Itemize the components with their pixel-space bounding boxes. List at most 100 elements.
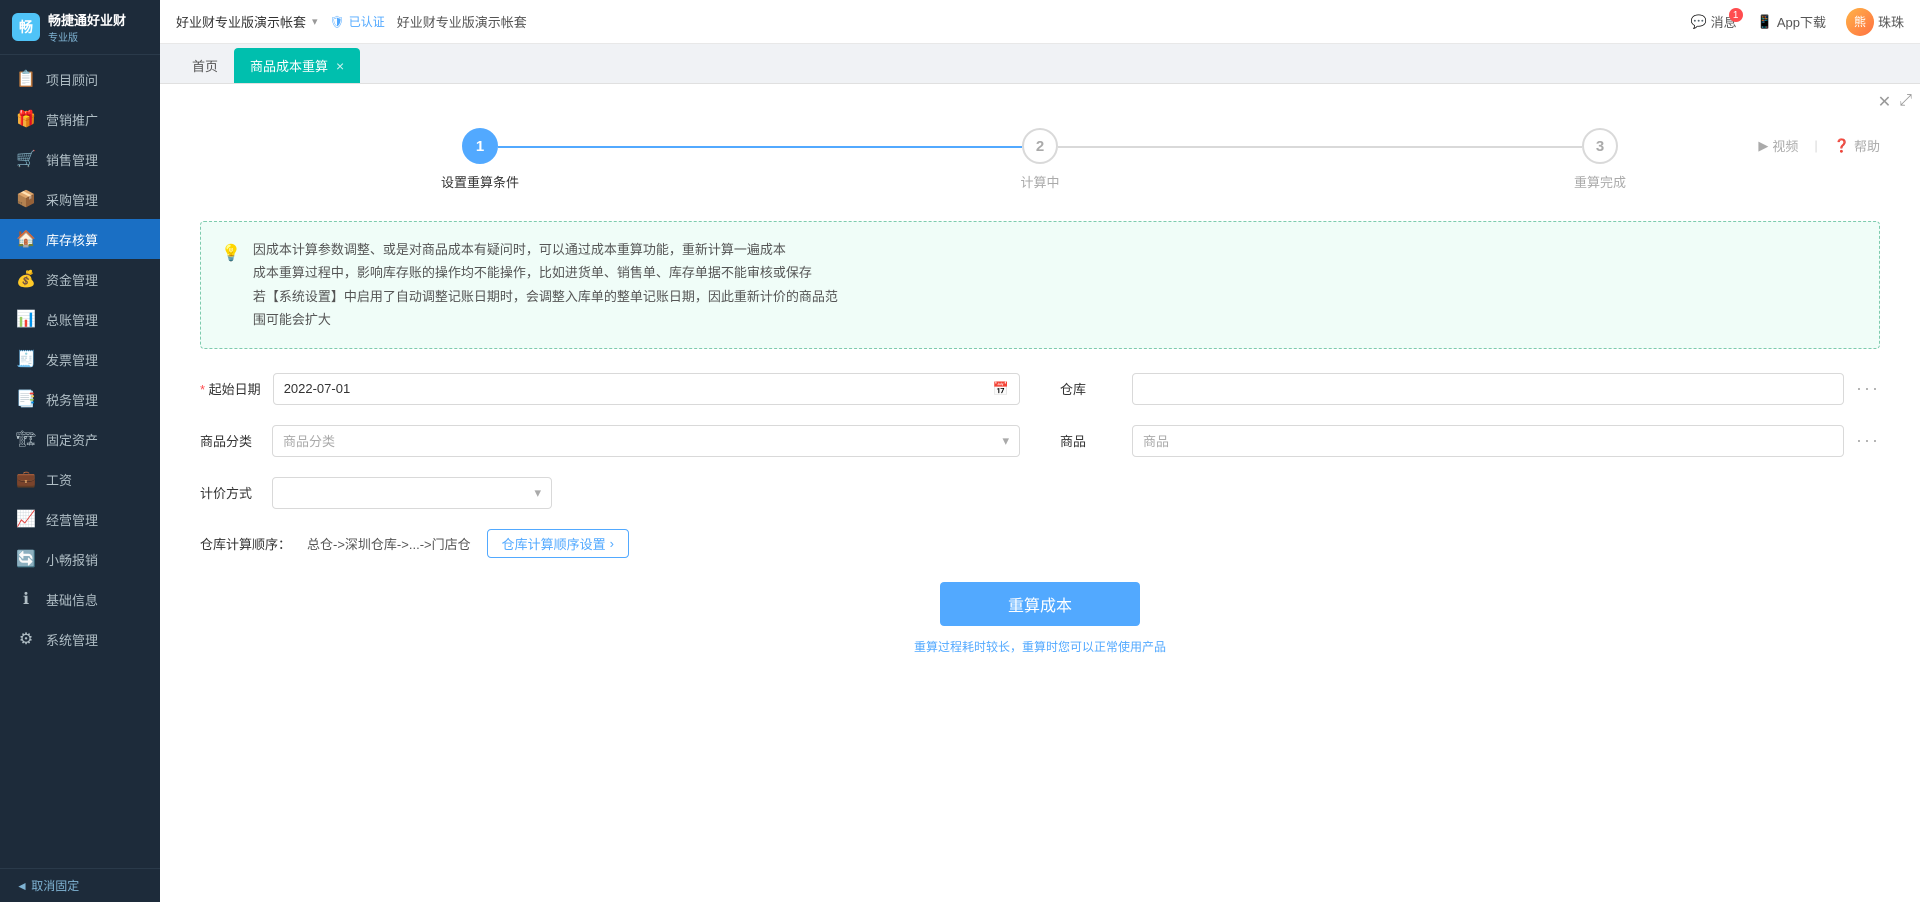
start-date-input[interactable]: 2022-07-01 📅 <box>273 373 1020 405</box>
sidebar-item-operation[interactable]: 📈经营管理 <box>0 499 160 539</box>
tab-close-icon[interactable]: × <box>336 58 344 74</box>
system-icon: ⚙ <box>16 629 36 649</box>
pricing-row: 计价方式 ▾ <box>200 477 1880 509</box>
sidebar-item-salary[interactable]: 💼 工资 <box>0 459 160 499</box>
verified-badge: 🛡 已认证 <box>330 13 385 30</box>
unpin-label: ◄ 取消固定 <box>16 877 79 894</box>
steps-container: ▶ 视频 | ❓ 帮助 1 设置重算条件 2 <box>200 108 1880 221</box>
warehouse-input[interactable] <box>1132 373 1844 405</box>
message-icon: 💬 <box>1690 14 1706 30</box>
warehouse-label: 仓库 <box>1060 379 1120 398</box>
tab-recalc[interactable]: 商品成本重算 × <box>234 48 360 83</box>
inventory-icon: 🏠 <box>16 229 36 249</box>
avatar: 熊 <box>1846 8 1874 36</box>
sidebar-unpin[interactable]: ◄ 取消固定 <box>0 868 160 902</box>
sidebar-item-inventory[interactable]: 🏠库存核算 <box>0 219 160 259</box>
account-chevron-icon: ▾ <box>312 15 318 28</box>
info-text: 因成本计算参数调整、或是对商品成本有疑问时，可以通过成本重算功能，重新计算一遍成… <box>253 238 838 332</box>
purchase-icon: 📦 <box>16 189 36 209</box>
sidebar-item-label: 总账管理 <box>46 310 98 329</box>
step-2-circle: 2 <box>1022 128 1058 164</box>
app-title: 畅捷通好业财 <box>48 10 126 29</box>
sidebar-item-label: 工资 <box>46 470 72 489</box>
category-chevron-icon: ▾ <box>1002 433 1009 449</box>
sidebar-item-finance[interactable]: 💰资金管理 <box>0 259 160 299</box>
step-1-circle: 1 <box>462 128 498 164</box>
step-2-num: 2 <box>1036 138 1044 155</box>
step-3: 3 重算完成 <box>1320 128 1880 191</box>
sidebar-item-sales[interactable]: 🛒销售管理 <box>0 139 160 179</box>
form-grid: 起始日期 2022-07-01 📅 仓库 ··· 商品分类 商品分类 ▾ <box>200 373 1880 509</box>
salary-icon: 💼 <box>16 469 36 489</box>
app-subtitle: 专业版 <box>48 29 126 44</box>
sidebar-item-label: 采购管理 <box>46 190 98 209</box>
main-area: 好业财专业版演示帐套 ▾ 🛡 已认证 好业财专业版演示帐套 💬 消息 1 📱 A… <box>160 0 1920 902</box>
warehouse-row: 仓库 ··· <box>1060 373 1880 405</box>
info-line3: 若【系统设置】中启用了自动调整记账日期时，会调整入库单的整单记账日期，因此重新计… <box>253 285 838 308</box>
sidebar: 畅 畅捷通好业财 专业版 📋项目顾问🎁营销推广🛒销售管理 📦 采购管理 🏠库存核算💰资… <box>0 0 160 902</box>
goods-more-icon[interactable]: ··· <box>1856 430 1880 451</box>
shield-icon: 🛡 <box>330 15 345 29</box>
topbar-actions: 💬 消息 1 📱 App下载 熊 珠珠 <box>1690 8 1904 36</box>
warehouse-more-icon[interactable]: ··· <box>1856 378 1880 399</box>
sidebar-item-label: 税务管理 <box>46 390 98 409</box>
start-date-label: 起始日期 <box>200 379 261 398</box>
info-line2: 成本重算过程中，影响库存账的操作均不能操作，比如进货单、销售单、库存单据不能审核… <box>253 261 838 284</box>
sidebar-item-label: 经营管理 <box>46 510 98 529</box>
sidebar-item-basic[interactable]: ℹ基础信息 <box>0 579 160 619</box>
tab-recalc-label: 商品成本重算 <box>250 56 328 75</box>
app-title-block: 畅捷通好业财 专业版 <box>48 10 126 44</box>
project-icon: 📋 <box>16 69 36 89</box>
tab-home[interactable]: 首页 <box>176 48 234 83</box>
sidebar-item-expense[interactable]: 🔄小畅报销 <box>0 539 160 579</box>
recalc-section: 重算成本 重算过程耗时较长，重算时您可以正常使用产品 <box>200 582 1880 655</box>
sidebar-item-label: 小畅报销 <box>46 550 98 569</box>
account-name: 好业财专业版演示帐套 <box>176 12 306 31</box>
category-select[interactable]: 商品分类 ▾ <box>272 425 1020 457</box>
step-1-num: 1 <box>476 138 484 155</box>
expand-window-btn[interactable]: ⤢ <box>1899 92 1912 112</box>
recalc-btn[interactable]: 重算成本 <box>940 582 1140 626</box>
sidebar-item-label: 发票管理 <box>46 350 98 369</box>
warehouse-order-settings-btn[interactable]: 仓库计算顺序设置 › <box>487 529 629 558</box>
start-date-value: 2022-07-01 <box>284 381 985 396</box>
app-download-btn[interactable]: 📱 App下载 <box>1757 12 1826 31</box>
step-3-num: 3 <box>1596 138 1604 155</box>
sidebar-item-project[interactable]: 📋项目顾问 <box>0 59 160 99</box>
messages-btn[interactable]: 💬 消息 1 <box>1690 12 1736 31</box>
invoice-icon: 🧾 <box>16 349 36 369</box>
account-display: 好业财专业版演示帐套 <box>397 12 1679 31</box>
user-menu[interactable]: 熊 珠珠 <box>1846 8 1904 36</box>
pricing-select[interactable]: ▾ <box>272 477 552 509</box>
notification-badge: 1 <box>1729 8 1743 22</box>
sidebar-item-system[interactable]: ⚙系统管理 <box>0 619 160 659</box>
verified-text: 已认证 <box>349 13 385 30</box>
goods-input[interactable]: 商品 <box>1132 425 1844 457</box>
category-label: 商品分类 <box>200 431 260 450</box>
warehouse-order-label: 仓库计算顺序： <box>200 534 291 553</box>
step-3-label: 重算完成 <box>1574 172 1626 191</box>
chevron-right-icon: › <box>610 536 614 551</box>
logo-text: 畅 <box>19 17 33 37</box>
warehouse-btn-label: 仓库计算顺序设置 <box>502 534 606 553</box>
account-selector[interactable]: 好业财专业版演示帐套 ▾ <box>176 12 318 31</box>
category-row: 商品分类 商品分类 ▾ <box>200 425 1020 457</box>
sidebar-item-accounting[interactable]: 📊总账管理 <box>0 299 160 339</box>
user-name: 珠珠 <box>1878 12 1904 31</box>
sidebar-item-assets[interactable]: 🏗固定资产 <box>0 419 160 459</box>
sidebar-item-tax[interactable]: 📑税务管理 <box>0 379 160 419</box>
start-date-row: 起始日期 2022-07-01 📅 <box>200 373 1020 405</box>
sidebar-item-purchase[interactable]: 📦 采购管理 <box>0 179 160 219</box>
sidebar-item-label: 基础信息 <box>46 590 98 609</box>
tabbar: 首页 商品成本重算 × <box>160 44 1920 84</box>
app-download-label: App下载 <box>1777 12 1826 31</box>
finance-icon: 💰 <box>16 269 36 289</box>
phone-icon: 📱 <box>1757 14 1773 30</box>
assets-icon: 🏗 <box>16 429 36 449</box>
info-line4: 围可能会扩大 <box>253 308 838 331</box>
sidebar-item-invoice[interactable]: 🧾 发票管理 <box>0 339 160 379</box>
sidebar-item-marketing[interactable]: 🎁营销推广 <box>0 99 160 139</box>
window-controls: ✕ ⤢ <box>1878 92 1912 112</box>
warehouse-order-row: 仓库计算顺序： 总仓->深圳仓库->...->门店仓 仓库计算顺序设置 › <box>200 529 1880 558</box>
sidebar-header: 畅 畅捷通好业财 专业版 <box>0 0 160 55</box>
